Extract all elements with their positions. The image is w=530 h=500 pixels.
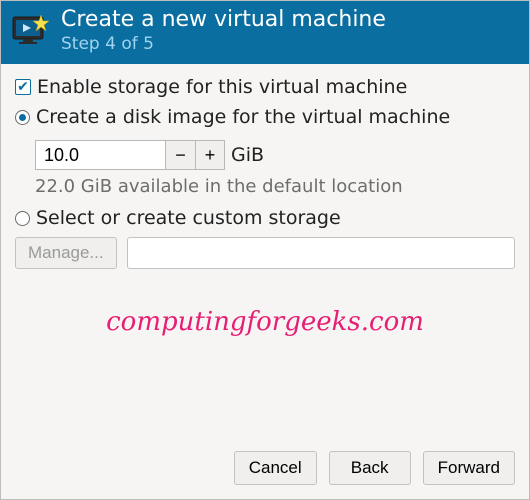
forward-button[interactable]: Forward [423, 451, 515, 485]
enable-storage-checkbox[interactable]: ✔ [15, 79, 31, 95]
back-button[interactable]: Back [329, 451, 411, 485]
available-space-hint: 22.0 GiB available in the default locati… [35, 176, 515, 197]
create-disk-row[interactable]: Create a disk image for the virtual mach… [15, 106, 515, 128]
enable-storage-row[interactable]: ✔ Enable storage for this virtual machin… [15, 76, 515, 98]
manage-button[interactable]: Manage... [15, 237, 117, 269]
enable-storage-label: Enable storage for this virtual machine [37, 76, 407, 98]
storage-path-input[interactable] [127, 237, 515, 269]
size-increment-button[interactable]: + [195, 140, 225, 170]
watermark-text: computingforgeeks.com [15, 307, 515, 337]
disk-size-spinner: − + GiB [35, 140, 264, 170]
disk-size-input[interactable] [35, 140, 165, 170]
size-decrement-button[interactable]: − [165, 140, 195, 170]
wizard-header: Create a new virtual machine Step 4 of 5 [1, 1, 529, 64]
create-disk-label: Create a disk image for the virtual mach… [36, 106, 450, 128]
manage-storage-row: Manage... [15, 237, 515, 269]
wizard-step: Step 4 of 5 [61, 34, 386, 54]
wizard-content: ✔ Enable storage for this virtual machin… [1, 64, 529, 441]
wizard-title: Create a new virtual machine [61, 7, 386, 32]
monitor-new-icon [11, 11, 51, 51]
custom-storage-radio[interactable] [15, 211, 30, 226]
create-disk-radio[interactable] [15, 110, 30, 125]
wizard-footer: Cancel Back Forward [1, 441, 529, 499]
custom-storage-label: Select or create custom storage [36, 207, 341, 229]
disk-size-section: − + GiB 22.0 GiB available in the defaul… [15, 136, 515, 197]
header-text: Create a new virtual machine Step 4 of 5 [61, 7, 386, 54]
vm-wizard-window: Create a new virtual machine Step 4 of 5… [0, 0, 530, 500]
cancel-button[interactable]: Cancel [234, 451, 317, 485]
custom-storage-row[interactable]: Select or create custom storage [15, 207, 515, 229]
size-unit-label: GiB [231, 144, 264, 166]
